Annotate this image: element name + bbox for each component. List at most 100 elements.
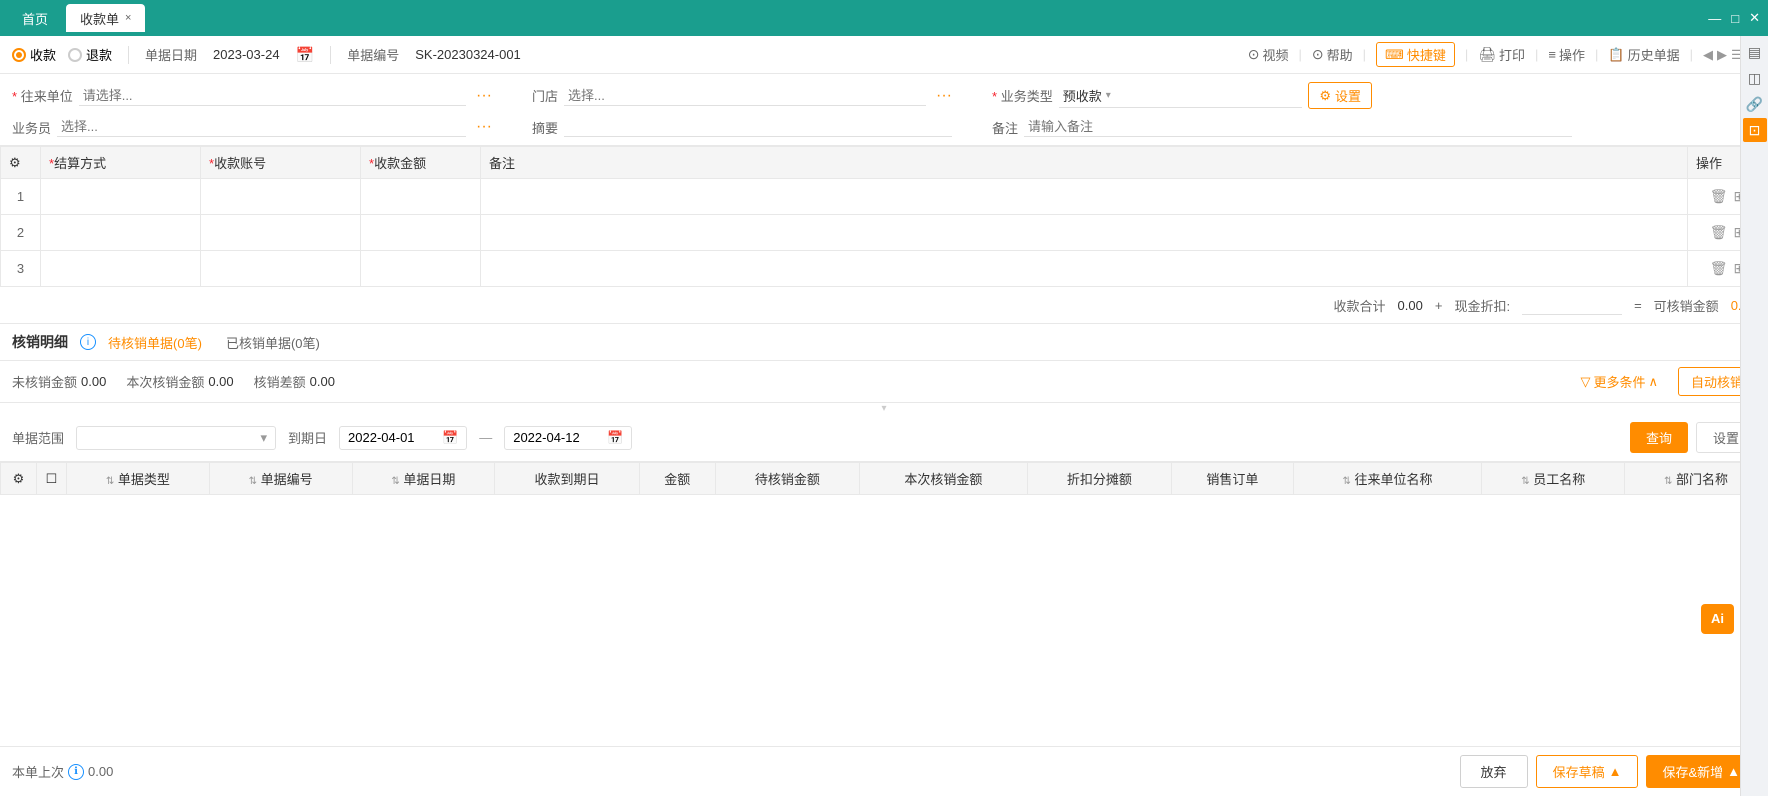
operations-label: 操作 [1559, 45, 1585, 64]
shortcut-label: 快捷键 [1407, 45, 1446, 64]
window-close[interactable]: ✕ [1749, 10, 1760, 26]
toolbar: 收款 退款 单据日期 2023-03-24 📅 单据编号 SK-20230324… [0, 36, 1768, 74]
row-1-remark[interactable] [481, 179, 1688, 215]
date-to-wrapper[interactable]: 📅 [504, 426, 632, 450]
row-2-amount[interactable] [361, 215, 481, 251]
window-restore[interactable]: □ [1731, 11, 1739, 26]
operations-btn[interactable]: ≡ 操作 [1548, 45, 1585, 64]
divider-1 [128, 46, 129, 64]
date-separator: — [479, 430, 492, 445]
summary-label: 摘要 [532, 118, 558, 137]
calendar-icon[interactable]: 📅 [296, 46, 315, 64]
more-conditions-btn[interactable]: ▽ 更多条件 ∧ [1580, 372, 1658, 391]
unverified-stat: 未核销金额 0.00 [12, 372, 106, 391]
row-2-delete[interactable]: 🗑 [1710, 224, 1728, 241]
settings-button[interactable]: ⚙ 设置 [1308, 82, 1372, 109]
tab-receipt-close[interactable]: × [125, 12, 131, 24]
nav-prev-icon[interactable]: ◀ [1703, 47, 1713, 63]
window-minimize[interactable]: — [1708, 11, 1721, 26]
nav-next-icon[interactable]: ▶ [1717, 47, 1727, 63]
writeoff-info-icon[interactable]: i [80, 334, 96, 350]
staff-input[interactable] [57, 117, 466, 137]
sidebar-doc-icon[interactable]: ◫ [1743, 66, 1767, 90]
unverified-value: 0.00 [81, 374, 106, 389]
plus-sign: + [1435, 298, 1443, 313]
tab-home[interactable]: 首页 [8, 4, 62, 32]
bt-th-discount: 折扣分摊额 [1027, 463, 1172, 495]
bt-th-current: 本次核销金额 [860, 463, 1027, 495]
row-3-account[interactable] [201, 251, 361, 287]
total-label: 收款合计 [1334, 296, 1386, 315]
date-to-input[interactable] [513, 430, 603, 445]
row-2-settlement[interactable] [41, 215, 201, 251]
save-draft-button[interactable]: 保存草稿 ▲ [1536, 755, 1639, 788]
writeoff-stats: 未核销金额 0.00 本次核销金额 0.00 核销差额 0.00 ▽ 更多条件 … [0, 361, 1768, 403]
right-sidebar: ▤ ◫ 🔗 ⊡ [1740, 36, 1768, 796]
row-3-remark[interactable] [481, 251, 1688, 287]
writeoff-section: 核销明细 i 待核销单据(0笔) 已核销单据(0笔) 未核销金额 0.00 本次… [0, 324, 1768, 746]
calendar-from-icon[interactable]: 📅 [442, 430, 458, 446]
partner-dots[interactable]: ··· [476, 87, 492, 105]
staff-label: 业务员 [12, 118, 51, 137]
video-btn[interactable]: ⊙ 视频 [1248, 45, 1289, 64]
calendar-to-icon[interactable]: 📅 [607, 430, 623, 446]
summary-input[interactable] [564, 117, 952, 137]
receipt-radio[interactable]: 收款 [12, 45, 56, 64]
done-tab[interactable]: 已核销单据(0笔) [226, 333, 320, 352]
footer-info: 本单上次 ℹ 0.00 [12, 762, 113, 781]
total-value: 0.00 [1398, 298, 1423, 313]
date-from-input[interactable] [348, 430, 438, 445]
row-1-amount[interactable] [361, 179, 481, 215]
range-caret: ▾ [260, 430, 267, 446]
staff-dots[interactable]: ··· [476, 118, 492, 136]
bt-th-check[interactable]: ☐ [37, 463, 67, 495]
pending-tab[interactable]: 待核销单据(0笔) [108, 333, 202, 352]
refund-radio[interactable]: 退款 [68, 45, 112, 64]
partner-input[interactable] [79, 86, 466, 106]
tab-receipt[interactable]: 收款单 × [66, 4, 145, 32]
form-area: * 往来单位 ··· 门店 ··· * 业务类型 预收款 ▾ [0, 74, 1768, 146]
sidebar-table-icon[interactable]: ▤ [1743, 40, 1767, 64]
abandon-button[interactable]: 放弃 [1460, 755, 1528, 788]
current-stat: 本次核销金额 0.00 [126, 372, 233, 391]
date-from-wrapper[interactable]: 📅 [339, 426, 467, 450]
query-button[interactable]: 查询 [1630, 422, 1688, 453]
bottom-table-wrapper[interactable]: ⚙ ☐ ⇅ 单据类型 ⇅ 单据编号 ⇅ 单据日期 收款到期日 金额 待核销金额 … [0, 462, 1768, 746]
row-num-3: 3 [1, 251, 41, 287]
bt-th-gear[interactable]: ⚙ [1, 463, 37, 495]
row-2-account[interactable] [201, 215, 361, 251]
ai-badge[interactable]: Ai [1701, 604, 1734, 634]
store-dots[interactable]: ··· [936, 87, 952, 105]
store-input[interactable] [564, 86, 926, 106]
bt-th-date: ⇅ 单据日期 [352, 463, 495, 495]
help-btn[interactable]: ⊙ 帮助 [1312, 45, 1353, 64]
th-gear[interactable]: ⚙ [1, 147, 41, 179]
range-select[interactable]: ▾ [76, 426, 276, 450]
refund-radio-label: 退款 [86, 45, 112, 64]
row-2-remark[interactable] [481, 215, 1688, 251]
row-3-amount[interactable] [361, 251, 481, 287]
row-3-settlement[interactable] [41, 251, 201, 287]
video-icon: ⊙ [1248, 46, 1260, 63]
table-row: 2 🗑 ⊞ [1, 215, 1768, 251]
discount-input[interactable] [1522, 295, 1622, 315]
shortcut-btn[interactable]: ⌨ 快捷键 [1376, 42, 1455, 67]
row-3-delete[interactable]: 🗑 [1710, 260, 1728, 277]
collapse-caret[interactable]: ▾ [0, 403, 1768, 414]
diff-stat: 核销差额 0.00 [254, 372, 335, 391]
receipt-radio-circle [12, 48, 26, 62]
row-1-delete[interactable]: 🗑 [1710, 188, 1728, 205]
sidebar-edit-icon[interactable]: ⊡ [1743, 118, 1767, 142]
discount-label: 现金折扣: [1454, 296, 1510, 315]
row-1-settlement[interactable] [41, 179, 201, 215]
print-btn[interactable]: 🖨 打印 [1478, 45, 1525, 64]
row-1-account[interactable] [201, 179, 361, 215]
footer-info-icon[interactable]: ℹ [68, 764, 84, 780]
biz-type-select[interactable]: 预收款 ▾ [1059, 84, 1303, 108]
biz-type-chevron: ▾ [1106, 90, 1111, 101]
sidebar-link-icon[interactable]: 🔗 [1743, 92, 1767, 116]
history-btn[interactable]: 📋 历史单据 [1608, 45, 1679, 64]
help-icon: ⊙ [1312, 46, 1324, 63]
window-controls: — □ ✕ [1708, 10, 1760, 26]
note-input[interactable] [1024, 117, 1572, 137]
